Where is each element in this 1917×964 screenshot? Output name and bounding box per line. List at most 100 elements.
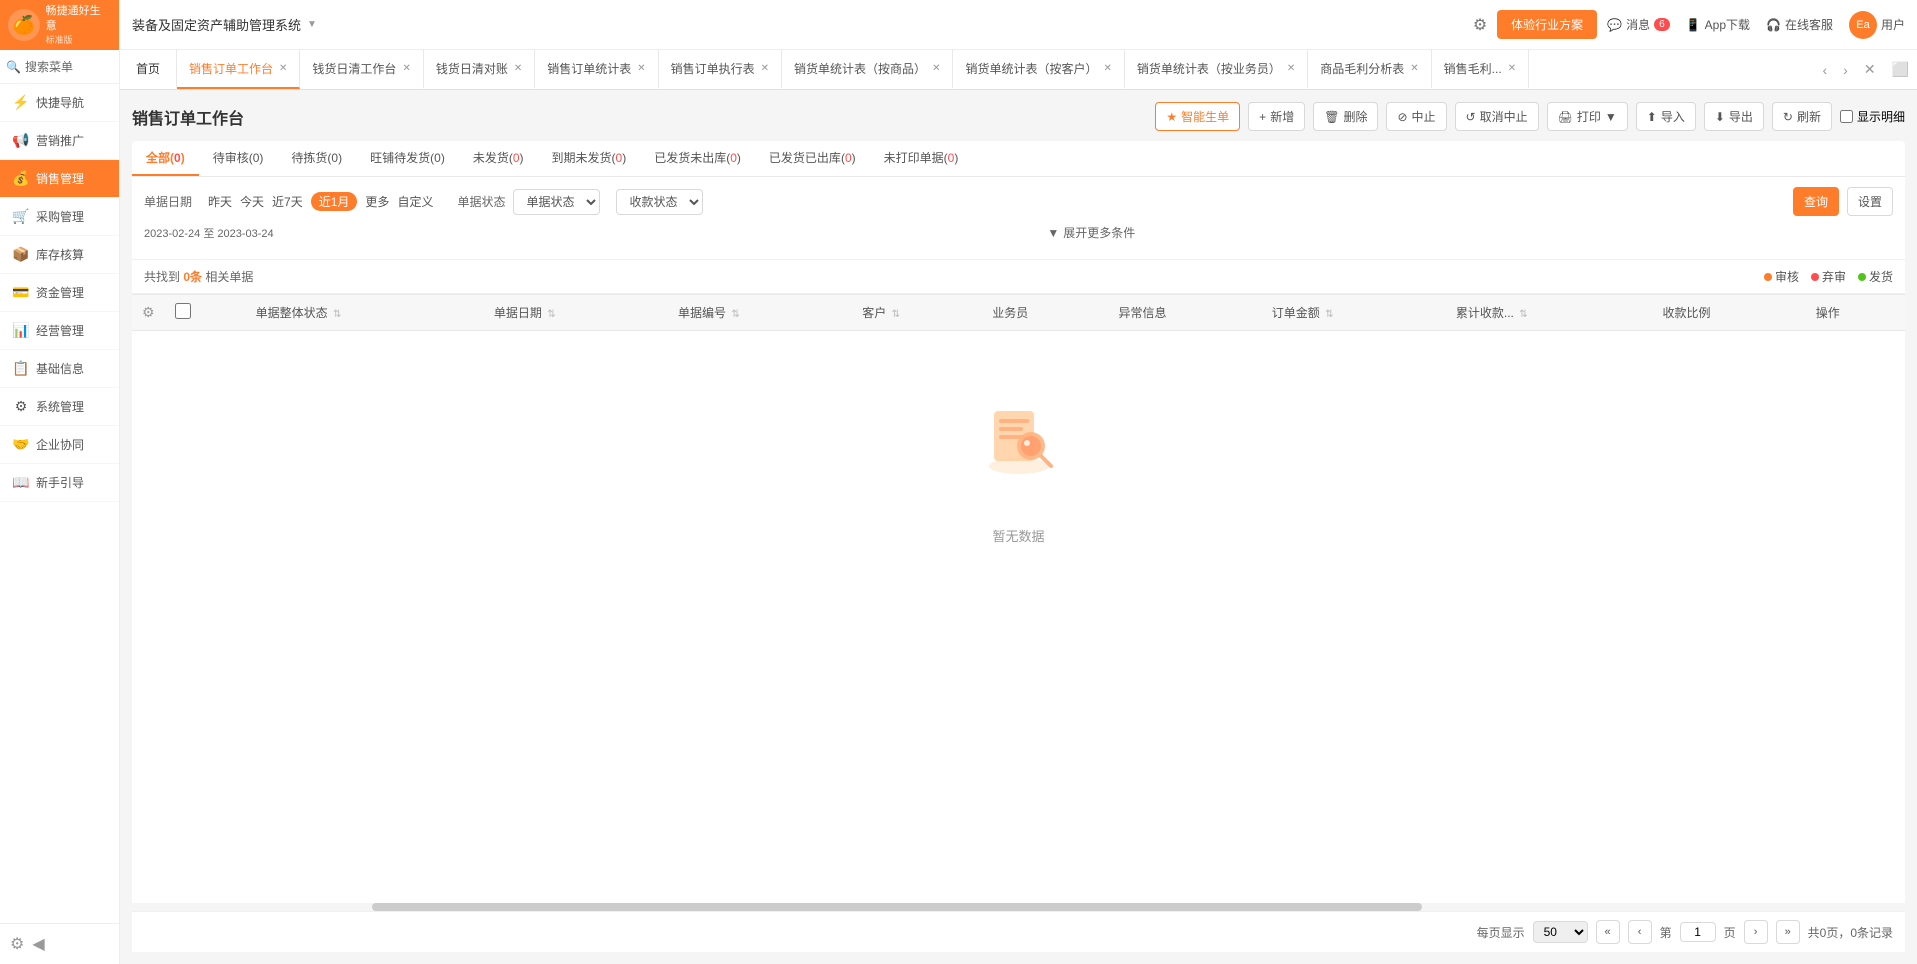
tab-sales-exec-close[interactable]: ✕ [761, 63, 769, 74]
tab-sales-gross-close[interactable]: ✕ [1410, 63, 1418, 74]
delete-button[interactable]: 🗑 删除 [1313, 102, 1378, 131]
page-input[interactable] [1680, 922, 1716, 942]
page-size-select[interactable]: 50 20 100 [1533, 921, 1588, 943]
tab-sales-workbench-label: 销售订单工作台 [189, 60, 273, 77]
sidebar-item-system[interactable]: ⚙ 系统管理 [0, 388, 119, 426]
date-option-7days[interactable]: 近7天 [272, 193, 303, 210]
bulk-review-button[interactable]: 审核 [1764, 268, 1799, 285]
tab-sales-stat-close[interactable]: ✕ [637, 63, 645, 74]
prev-page-button[interactable]: ‹ [1628, 920, 1652, 944]
query-button[interactable]: 查询 [1793, 187, 1839, 216]
date-sort-icon[interactable]: ⇅ [547, 309, 555, 320]
new-button[interactable]: + 新增 [1248, 102, 1305, 131]
app-download-action[interactable]: 📱 App下载 [1686, 16, 1750, 33]
user-action[interactable]: Ea 用户 [1849, 11, 1905, 39]
display-detail-checkbox[interactable] [1840, 110, 1853, 123]
tab-cash-reconcile-close[interactable]: ✕ [514, 63, 522, 74]
filter-setting-button[interactable]: 设置 [1847, 187, 1893, 216]
date-option-yesterday[interactable]: 昨天 [208, 193, 232, 210]
amount-sort-icon[interactable]: ⇅ [1325, 309, 1333, 320]
number-sort-icon[interactable]: ⇅ [731, 309, 739, 320]
tab-sales-workbench-close[interactable]: ✕ [279, 63, 287, 74]
app-download-label: App下载 [1705, 16, 1750, 33]
export-button[interactable]: ⬇ 导出 [1704, 102, 1764, 131]
smart-create-button[interactable]: ★ 智能生单 [1155, 102, 1240, 131]
tab-sales-stat-staff[interactable]: 销货单统计表（按业务员） ✕ [1125, 50, 1308, 89]
collected-sort-icon[interactable]: ⇅ [1519, 309, 1527, 320]
date-option-1month[interactable]: 近1月 [311, 192, 358, 211]
tab-close-all-button[interactable]: ✕ [1856, 61, 1884, 78]
tab-cash-reconcile[interactable]: 钱货日清对账 ✕ [424, 50, 535, 89]
print-button[interactable]: 🖨 打印 ▼ [1547, 102, 1628, 131]
tab-sales-gross[interactable]: 商品毛利分析表 ✕ [1308, 50, 1431, 89]
tab-home[interactable]: 首页 [120, 50, 177, 89]
display-detail-label[interactable]: 显示明细 [1840, 108, 1905, 125]
scrollbar-thumb[interactable] [372, 903, 1422, 911]
column-settings-icon[interactable]: ⚙ [142, 304, 155, 320]
sidebar-item-inventory[interactable]: 📦 库存核算 [0, 236, 119, 274]
tab-sales-stat[interactable]: 销售订单统计表 ✕ [535, 50, 658, 89]
subtab-pending-review[interactable]: 待审核(0) [199, 141, 278, 176]
date-option-custom[interactable]: 自定义 [397, 193, 433, 210]
tab-sales-stat-customer-close[interactable]: ✕ [1103, 63, 1111, 74]
tab-sales-more[interactable]: 销售毛利... ✕ [1432, 50, 1529, 89]
date-option-today[interactable]: 今天 [240, 193, 264, 210]
tab-sales-stat-product[interactable]: 销货单统计表（按商品） ✕ [782, 50, 953, 89]
online-service-action[interactable]: 🎧 在线客服 [1766, 16, 1833, 33]
stop-button[interactable]: ⊘ 中止 [1386, 102, 1446, 131]
collapse-icon[interactable]: ◀ [32, 934, 44, 954]
import-button[interactable]: ⬆ 导入 [1636, 102, 1696, 131]
bulk-ship-button[interactable]: 发货 [1858, 268, 1893, 285]
tab-sales-workbench[interactable]: 销售订单工作台 ✕ [177, 50, 300, 89]
first-page-button[interactable]: « [1596, 920, 1620, 944]
expand-filter-button[interactable]: ▼ 展开更多条件 [1047, 224, 1135, 241]
topbar-gear-icon[interactable]: ⚙ [1473, 15, 1487, 35]
cancel-stop-button[interactable]: ↺ 取消中止 [1455, 102, 1539, 131]
subtab-not-shipped[interactable]: 未发货(0) [459, 141, 538, 176]
tab-cash-daily-close[interactable]: ✕ [402, 63, 410, 74]
industry-solution-button[interactable]: 体验行业方案 [1497, 10, 1597, 39]
subtab-shipped-out[interactable]: 已发货已出库(0) [755, 141, 870, 176]
subtab-all[interactable]: 全部(0) [132, 141, 199, 176]
select-all-checkbox[interactable] [175, 303, 191, 319]
sidebar-item-enterprise[interactable]: 🤝 企业协同 [0, 426, 119, 464]
sidebar-item-operation[interactable]: 📊 经营管理 [0, 312, 119, 350]
payment-filter-select[interactable]: 收款状态 [616, 189, 703, 215]
status-filter-select[interactable]: 单据状态 [513, 189, 600, 215]
status-sort-icon[interactable]: ⇅ [333, 309, 341, 320]
horizontal-scrollbar[interactable] [132, 903, 1905, 911]
sidebar-item-sales[interactable]: 💰 销售管理 [0, 160, 119, 198]
sidebar-item-basic-info[interactable]: 📋 基础信息 [0, 350, 119, 388]
settings-bottom-icon[interactable]: ⚙ [10, 934, 24, 954]
tab-sales-stat-customer[interactable]: 销货单统计表（按客户） ✕ [953, 50, 1124, 89]
refresh-button[interactable]: ↻ 刷新 [1772, 102, 1832, 131]
chart-icon: 📊 [12, 322, 30, 339]
subtab-wangpu-ship[interactable]: 旺铺待发货(0) [356, 141, 459, 176]
title-dropdown-icon[interactable]: ▼ [307, 19, 317, 30]
sidebar-item-guide[interactable]: 📖 新手引导 [0, 464, 119, 502]
tab-prev-button[interactable]: ‹ [1814, 62, 1835, 78]
sidebar-item-purchase[interactable]: 🛒 采购管理 [0, 198, 119, 236]
tab-cash-daily[interactable]: 钱货日清工作台 ✕ [300, 50, 423, 89]
message-action[interactable]: 💬 消息 6 [1607, 16, 1670, 33]
tab-sales-exec[interactable]: 销售订单执行表 ✕ [659, 50, 782, 89]
subtab-not-printed[interactable]: 未打印单据(0) [870, 141, 973, 176]
date-option-more[interactable]: 更多 [365, 193, 389, 210]
tab-sales-stat-product-close[interactable]: ✕ [932, 63, 940, 74]
sidebar-item-finance[interactable]: 💳 资金管理 [0, 274, 119, 312]
box-icon: 📦 [12, 246, 30, 263]
customer-sort-icon[interactable]: ⇅ [892, 309, 900, 320]
last-page-button[interactable]: » [1776, 920, 1800, 944]
bulk-revoke-button[interactable]: 弃审 [1811, 268, 1846, 285]
sidebar-item-marketing[interactable]: 📢 营销推广 [0, 122, 119, 160]
tab-next-button[interactable]: › [1835, 62, 1856, 78]
subtab-pending-inspect[interactable]: 待拣货(0) [277, 141, 356, 176]
sidebar-item-quick-nav[interactable]: ⚡ 快捷导航 [0, 84, 119, 122]
subtab-expired-ship[interactable]: 到期未发货(0) [538, 141, 641, 176]
tab-sales-more-close[interactable]: ✕ [1508, 63, 1516, 74]
tab-maximize-button[interactable]: ⬜ [1884, 61, 1917, 78]
subtab-shipped-not-out[interactable]: 已发货未出库(0) [640, 141, 755, 176]
tab-sales-stat-staff-close[interactable]: ✕ [1287, 63, 1295, 74]
next-page-button[interactable]: › [1744, 920, 1768, 944]
sidebar-item-search[interactable]: 🔍 搜索菜单 [0, 50, 119, 84]
